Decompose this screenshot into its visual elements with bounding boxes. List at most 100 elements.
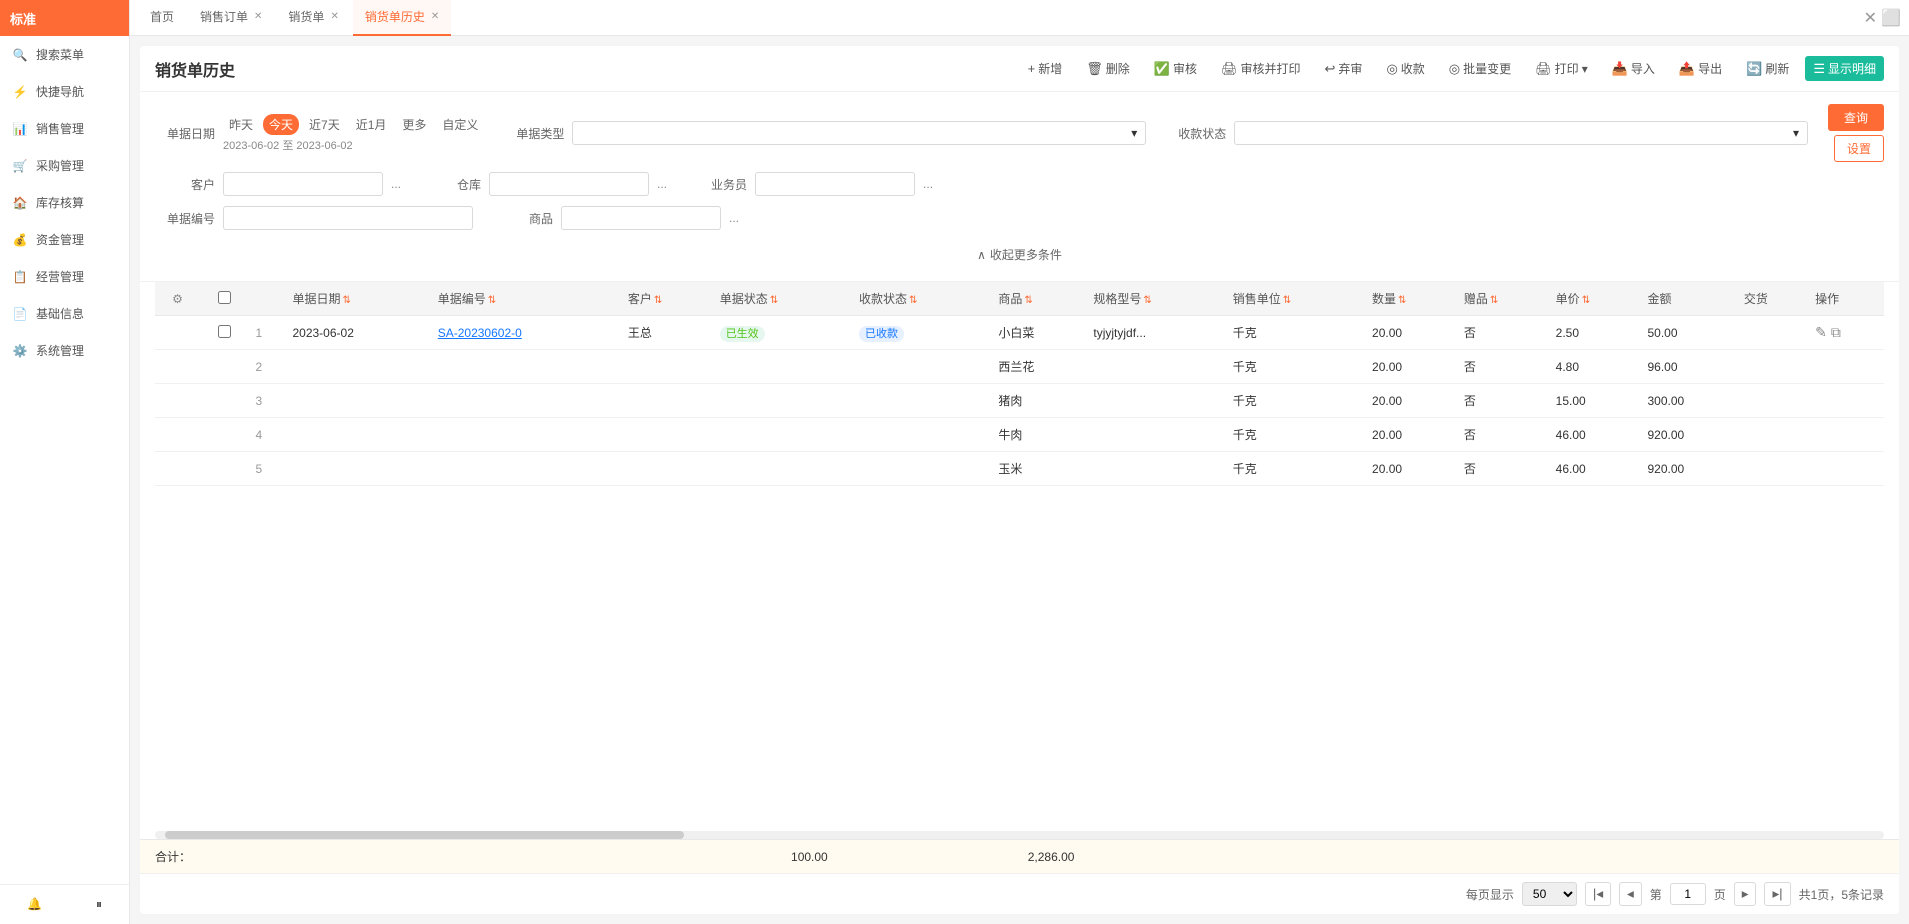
filter-customer-input[interactable] xyxy=(223,172,383,196)
filter-goods-dots[interactable]: ... xyxy=(729,211,739,225)
row-payment-status xyxy=(853,418,992,452)
sort-unit-icon: ⇅ xyxy=(1283,295,1291,306)
tab-sales-history[interactable]: 销货单历史 ✕ xyxy=(353,0,451,36)
date-tag-yesterday[interactable]: 昨天 xyxy=(223,114,259,135)
filter-customer-dots[interactable]: ... xyxy=(391,177,401,191)
th-qty[interactable]: 数量⇅ xyxy=(1366,282,1458,316)
th-doc-no[interactable]: 单据编号⇅ xyxy=(432,282,622,316)
delete-button[interactable]: 🗑 删除 xyxy=(1078,56,1138,81)
sidebar-item-inventory[interactable]: 🏠 库存核算 xyxy=(0,184,129,221)
row-unit: 千克 xyxy=(1227,384,1366,418)
th-unit[interactable]: 销售单位⇅ xyxy=(1227,282,1366,316)
tab-home[interactable]: 首页 xyxy=(138,0,186,36)
sidebar-item-purchase-mgmt[interactable]: 🛒 采购管理 xyxy=(0,147,129,184)
filter-row-2: 客户 ... 仓库 ... 业务员 ... xyxy=(155,172,1884,196)
setting-button[interactable]: 设置 xyxy=(1834,135,1884,162)
page-number-input[interactable] xyxy=(1670,883,1706,905)
select-all-checkbox[interactable] xyxy=(218,291,231,304)
th-trade: 交货 xyxy=(1738,282,1809,316)
date-tag-today[interactable]: 今天 xyxy=(263,114,299,135)
refresh-button[interactable]: 🔄 刷新 xyxy=(1738,56,1797,81)
date-tag-more[interactable]: 更多 xyxy=(396,114,432,135)
th-goods[interactable]: 商品⇅ xyxy=(992,282,1087,316)
doc-no-link[interactable]: SA-20230602-0 xyxy=(438,326,522,340)
row-checkbox-cell xyxy=(200,452,249,486)
row-amount: 50.00 xyxy=(1642,316,1738,350)
summary-row: 合计： 100.00 2,286.00 xyxy=(140,839,1899,873)
th-settings[interactable]: ⚙ xyxy=(155,282,200,316)
prev-page-btn[interactable]: ◂ xyxy=(1619,882,1642,906)
th-gift[interactable]: 赠品⇅ xyxy=(1458,282,1550,316)
filter-doc-type-select[interactable]: ▾ xyxy=(572,121,1146,145)
abandon-button[interactable]: ↩ 弃审 xyxy=(1317,56,1371,81)
receive-button[interactable]: ◎ 收款 xyxy=(1378,56,1432,81)
collapse-arrow: ∧ xyxy=(977,248,986,262)
sidebar-item-quick-nav[interactable]: ⚡ 快捷导航 xyxy=(0,73,129,110)
th-payment-status[interactable]: 收款状态⇅ xyxy=(853,282,992,316)
sidebar-item-basic-info[interactable]: 📄 基础信息 xyxy=(0,295,129,332)
sidebar-item-sales-mgmt[interactable]: 📊 销售管理 xyxy=(0,110,129,147)
export-button[interactable]: 📤 导出 xyxy=(1671,56,1730,81)
sidebar-item-system-mgmt[interactable]: ⚙️ 系统管理 xyxy=(0,332,129,369)
filter-warehouse-dots[interactable]: ... xyxy=(657,177,667,191)
import-button[interactable]: 📥 导入 xyxy=(1604,56,1663,81)
row-qty: 20.00 xyxy=(1366,418,1458,452)
copy-icon[interactable]: ⧉ xyxy=(1831,324,1841,341)
show-detail-button[interactable]: ☰ 显示明细 xyxy=(1805,56,1884,81)
query-button[interactable]: 查询 xyxy=(1828,104,1884,131)
batch-change-button[interactable]: ◎ 批量变更 xyxy=(1441,56,1519,81)
tab-sales-order-close[interactable]: ✕ xyxy=(254,11,262,22)
notification-icon[interactable]: 🔔 xyxy=(27,897,42,912)
row-doc-date xyxy=(286,452,431,486)
th-price-label: 单价 xyxy=(1556,292,1580,306)
sidebar-item-operations[interactable]: 📋 经营管理 xyxy=(0,258,129,295)
th-customer[interactable]: 客户⇅ xyxy=(622,282,714,316)
sidebar-item-search-menu[interactable]: 🔍 搜索菜单 xyxy=(0,36,129,73)
edit-icon[interactable]: ✎ xyxy=(1815,324,1827,341)
filter-goods-input[interactable] xyxy=(561,206,721,230)
last-page-btn[interactable]: ▸| xyxy=(1764,882,1790,906)
tab-sales-goods-close[interactable]: ✕ xyxy=(330,11,338,22)
th-spec[interactable]: 规格型号⇅ xyxy=(1087,282,1226,316)
date-tag-custom[interactable]: 自定义 xyxy=(436,114,484,135)
print-button[interactable]: 🖨 打印 ▾ xyxy=(1527,56,1596,81)
filter-doc-no-input[interactable] xyxy=(223,206,473,230)
date-tag-month[interactable]: 近1月 xyxy=(350,114,393,135)
tab-bar-minimize-btn[interactable]: ⬜ xyxy=(1881,8,1901,28)
tab-sales-order[interactable]: 销售订单 ✕ xyxy=(188,0,274,36)
next-page-btn[interactable]: ▸ xyxy=(1734,882,1757,906)
th-doc-status[interactable]: 单据状态⇅ xyxy=(714,282,853,316)
payment-status-badge: 已收款 xyxy=(859,326,904,342)
filter-staff-input[interactable] xyxy=(755,172,915,196)
sidebar-item-label: 基础信息 xyxy=(36,305,84,322)
tab-sales-goods[interactable]: 销货单 ✕ xyxy=(276,0,350,36)
audit-print-button[interactable]: 🖨 审核并打印 xyxy=(1213,56,1309,81)
row-unit: 千克 xyxy=(1227,452,1366,486)
sidebar-item-finance[interactable]: 💰 资金管理 xyxy=(0,221,129,258)
pause-icon[interactable]: ⏸ xyxy=(96,897,102,912)
sort-spec-icon: ⇅ xyxy=(1143,295,1151,306)
per-page-select[interactable]: 50 10 20 100 xyxy=(1522,882,1577,906)
tab-bar-close-btn[interactable]: ✕ xyxy=(1864,8,1877,28)
page-label: 第 xyxy=(1650,886,1662,903)
sidebar-item-label: 系统管理 xyxy=(36,342,84,359)
row-qty: 20.00 xyxy=(1366,316,1458,350)
row-goods: 猪肉 xyxy=(992,384,1087,418)
row-gift: 否 xyxy=(1458,452,1550,486)
collapse-button[interactable]: ∧ 收起更多条件 xyxy=(155,240,1884,269)
row-checkbox[interactable] xyxy=(218,325,231,338)
audit-print-icon: 🖨 xyxy=(1221,61,1238,77)
tab-sales-history-close[interactable]: ✕ xyxy=(431,11,439,22)
filter-payment-status-select[interactable]: ▾ xyxy=(1234,121,1808,145)
th-price[interactable]: 单价⇅ xyxy=(1550,282,1642,316)
th-doc-date[interactable]: 单据日期⇅ xyxy=(286,282,431,316)
first-page-btn[interactable]: |◂ xyxy=(1585,882,1611,906)
filter-staff-dots[interactable]: ... xyxy=(923,177,933,191)
add-button[interactable]: + 新增 xyxy=(1020,56,1071,81)
table-row: 3 猪肉 千克 20.00 否 15.00 300.00 xyxy=(155,384,1884,418)
date-tag-week[interactable]: 近7天 xyxy=(303,114,346,135)
filter-warehouse-input[interactable] xyxy=(489,172,649,196)
audit-button[interactable]: ✅ 审核 xyxy=(1146,56,1205,81)
basic-info-icon: 📄 xyxy=(12,306,28,322)
horizontal-scrollbar[interactable] xyxy=(155,831,1884,839)
